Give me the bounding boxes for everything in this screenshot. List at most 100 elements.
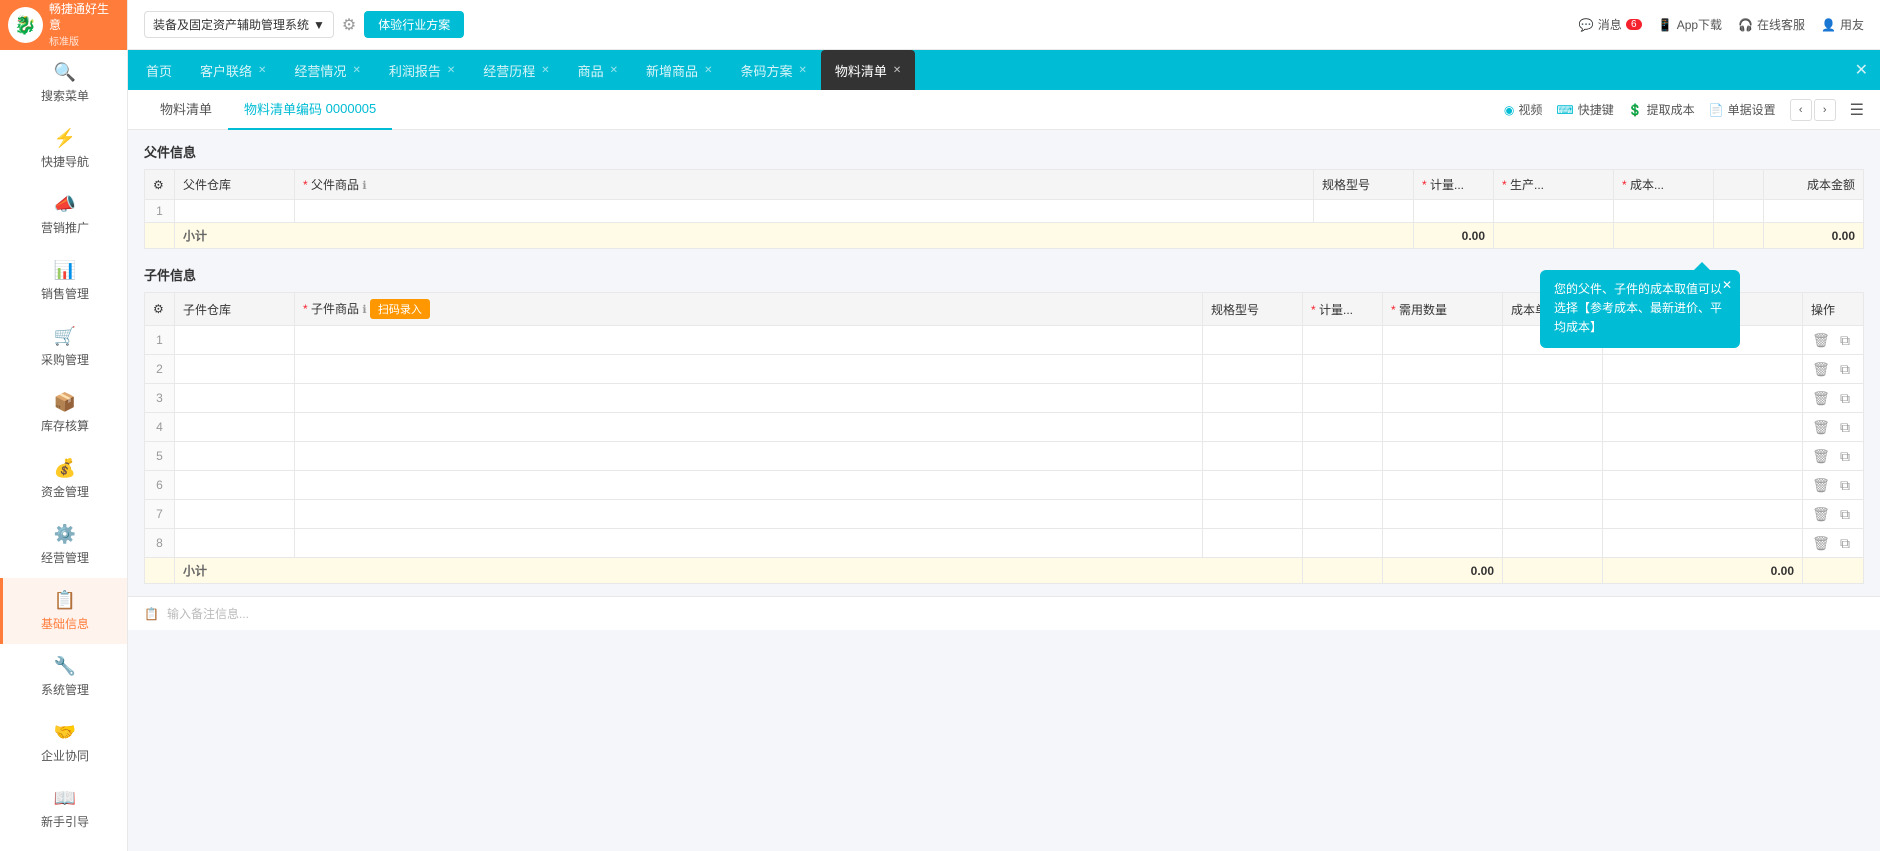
child-spec-cell[interactable] <box>1203 500 1303 529</box>
tab-customer-close[interactable]: ✕ <box>258 65 266 76</box>
child-goods-cell[interactable] <box>295 500 1203 529</box>
tab-operations-close[interactable]: ✕ <box>352 65 360 76</box>
nav-next-btn[interactable]: › <box>1814 99 1836 121</box>
sidebar-item-finance[interactable]: 💰 资金管理 <box>0 446 127 512</box>
sidebar-item-marketing[interactable]: 📣 营销推广 <box>0 182 127 248</box>
single-toolbar-item[interactable]: 📄 单据设置 <box>1709 101 1776 118</box>
tab-customer[interactable]: 客户联络 ✕ <box>186 50 280 90</box>
child-qty-cell[interactable] <box>1383 413 1503 442</box>
sidebar-item-purchase[interactable]: 🛒 采购管理 <box>0 314 127 380</box>
child-qty-cell[interactable] <box>1383 355 1503 384</box>
sidebar-item-inventory[interactable]: 📦 库存核算 <box>0 380 127 446</box>
delete-icon[interactable]: 🗑 <box>1811 388 1831 408</box>
list-view-btn[interactable]: ☰ <box>1850 100 1864 120</box>
system-selector[interactable]: 装备及固定资产辅助管理系统 ▼ <box>144 11 334 38</box>
message-item[interactable]: 💬 消息 6 <box>1579 16 1642 33</box>
child-qty-cell[interactable] <box>1383 442 1503 471</box>
copy-icon[interactable]: ⧉ <box>1835 359 1855 379</box>
child-unit-cost-cell[interactable] <box>1503 355 1603 384</box>
child-spec-cell[interactable] <box>1203 384 1303 413</box>
app-download-item[interactable]: 📱 App下载 <box>1658 16 1722 33</box>
close-all-tabs[interactable]: ✕ <box>1847 60 1876 80</box>
tab-history[interactable]: 经营历程 ✕ <box>469 50 563 90</box>
sidebar-item-quicknav[interactable]: ⚡ 快捷导航 <box>0 116 127 182</box>
delete-icon[interactable]: 🗑 <box>1811 330 1831 350</box>
tab-profit[interactable]: 利润报告 ✕ <box>375 50 469 90</box>
tab-goods-close[interactable]: ✕ <box>610 65 618 76</box>
tab-goods[interactable]: 商品 ✕ <box>564 50 632 90</box>
note-placeholder[interactable]: 输入备注信息... <box>167 605 249 622</box>
child-goods-cell[interactable] <box>295 529 1203 558</box>
nav-prev-btn[interactable]: ‹ <box>1790 99 1812 121</box>
child-unit-cost-cell[interactable] <box>1503 529 1603 558</box>
parent-th-settings[interactable]: ⚙ <box>145 170 175 200</box>
child-unit-cell[interactable] <box>1303 355 1383 384</box>
child-warehouse-cell[interactable] <box>175 326 295 355</box>
parent-spec-cell[interactable] <box>1314 200 1414 223</box>
tab-home[interactable]: 首页 <box>132 50 186 90</box>
child-goods-cell[interactable] <box>295 384 1203 413</box>
tab-newgoods-close[interactable]: ✕ <box>704 65 712 76</box>
delete-icon[interactable]: 🗑 <box>1811 446 1831 466</box>
tooltip-close-btn[interactable]: ✕ <box>1722 276 1732 295</box>
child-spec-cell[interactable] <box>1203 442 1303 471</box>
view-toolbar-item[interactable]: ◉ 视频 <box>1504 101 1543 118</box>
sidebar-item-system[interactable]: 🔧 系统管理 <box>0 644 127 710</box>
trial-button[interactable]: 体验行业方案 <box>364 11 464 38</box>
child-qty-cell[interactable] <box>1383 471 1503 500</box>
copy-icon[interactable]: ⧉ <box>1835 330 1855 350</box>
parent-cost-cell[interactable] <box>1614 200 1714 223</box>
child-unit-cell[interactable] <box>1303 500 1383 529</box>
page-tab-code[interactable]: 物料清单编码 0000005 <box>228 90 392 130</box>
child-qty-cell[interactable] <box>1383 529 1503 558</box>
child-unit-cell[interactable] <box>1303 413 1383 442</box>
cost-toolbar-item[interactable]: 💲 提取成本 <box>1628 101 1695 118</box>
sidebar-item-operations[interactable]: ⚙️ 经营管理 <box>0 512 127 578</box>
tab-profit-close[interactable]: ✕ <box>447 65 455 76</box>
child-warehouse-cell[interactable] <box>175 500 295 529</box>
child-spec-cell[interactable] <box>1203 529 1303 558</box>
child-qty-cell[interactable] <box>1383 384 1503 413</box>
tab-bom-close[interactable]: ✕ <box>893 65 901 76</box>
sidebar-item-sales[interactable]: 📊 销售管理 <box>0 248 127 314</box>
child-warehouse-cell[interactable] <box>175 442 295 471</box>
sidebar-item-guide[interactable]: 📖 新手引导 <box>0 776 127 842</box>
copy-icon[interactable]: ⧉ <box>1835 446 1855 466</box>
copy-icon[interactable]: ⧉ <box>1835 504 1855 524</box>
tab-bom[interactable]: 物料清单 ✕ <box>821 50 915 90</box>
child-spec-cell[interactable] <box>1203 471 1303 500</box>
child-goods-cell[interactable] <box>295 355 1203 384</box>
online-service-item[interactable]: 🎧 在线客服 <box>1738 16 1805 33</box>
copy-icon[interactable]: ⧉ <box>1835 388 1855 408</box>
delete-icon[interactable]: 🗑 <box>1811 533 1831 553</box>
page-tab-list[interactable]: 物料清单 <box>144 90 228 130</box>
child-unit-cost-cell[interactable] <box>1503 500 1603 529</box>
child-warehouse-cell[interactable] <box>175 384 295 413</box>
child-unit-cost-cell[interactable] <box>1503 442 1603 471</box>
child-goods-cell[interactable] <box>295 326 1203 355</box>
delete-icon[interactable]: 🗑 <box>1811 417 1831 437</box>
parent-produce-cell[interactable] <box>1494 200 1614 223</box>
tab-operations[interactable]: 经营情况 ✕ <box>280 50 374 90</box>
sidebar-item-basic[interactable]: 📋 基础信息 <box>0 578 127 644</box>
sidebar-item-collab[interactable]: 🤝 企业协同 <box>0 710 127 776</box>
child-warehouse-cell[interactable] <box>175 355 295 384</box>
child-qty-cell[interactable] <box>1383 500 1503 529</box>
child-unit-cell[interactable] <box>1303 529 1383 558</box>
child-warehouse-cell[interactable] <box>175 529 295 558</box>
scan-button[interactable]: 扫码录入 <box>370 299 430 319</box>
sidebar-item-search[interactable]: 🔍 搜索菜单 <box>0 50 127 116</box>
child-warehouse-cell[interactable] <box>175 413 295 442</box>
child-goods-cell[interactable] <box>295 471 1203 500</box>
delete-icon[interactable]: 🗑 <box>1811 359 1831 379</box>
delete-icon[interactable]: 🗑 <box>1811 475 1831 495</box>
user-item[interactable]: 👤 用友 <box>1821 16 1864 33</box>
parent-goods-cell[interactable] <box>295 200 1314 223</box>
child-unit-cell[interactable] <box>1303 471 1383 500</box>
child-spec-cell[interactable] <box>1203 326 1303 355</box>
child-spec-cell[interactable] <box>1203 413 1303 442</box>
tab-barcode[interactable]: 条码方案 ✕ <box>726 50 820 90</box>
parent-warehouse-cell[interactable] <box>175 200 295 223</box>
child-unit-cost-cell[interactable] <box>1503 384 1603 413</box>
child-spec-cell[interactable] <box>1203 355 1303 384</box>
